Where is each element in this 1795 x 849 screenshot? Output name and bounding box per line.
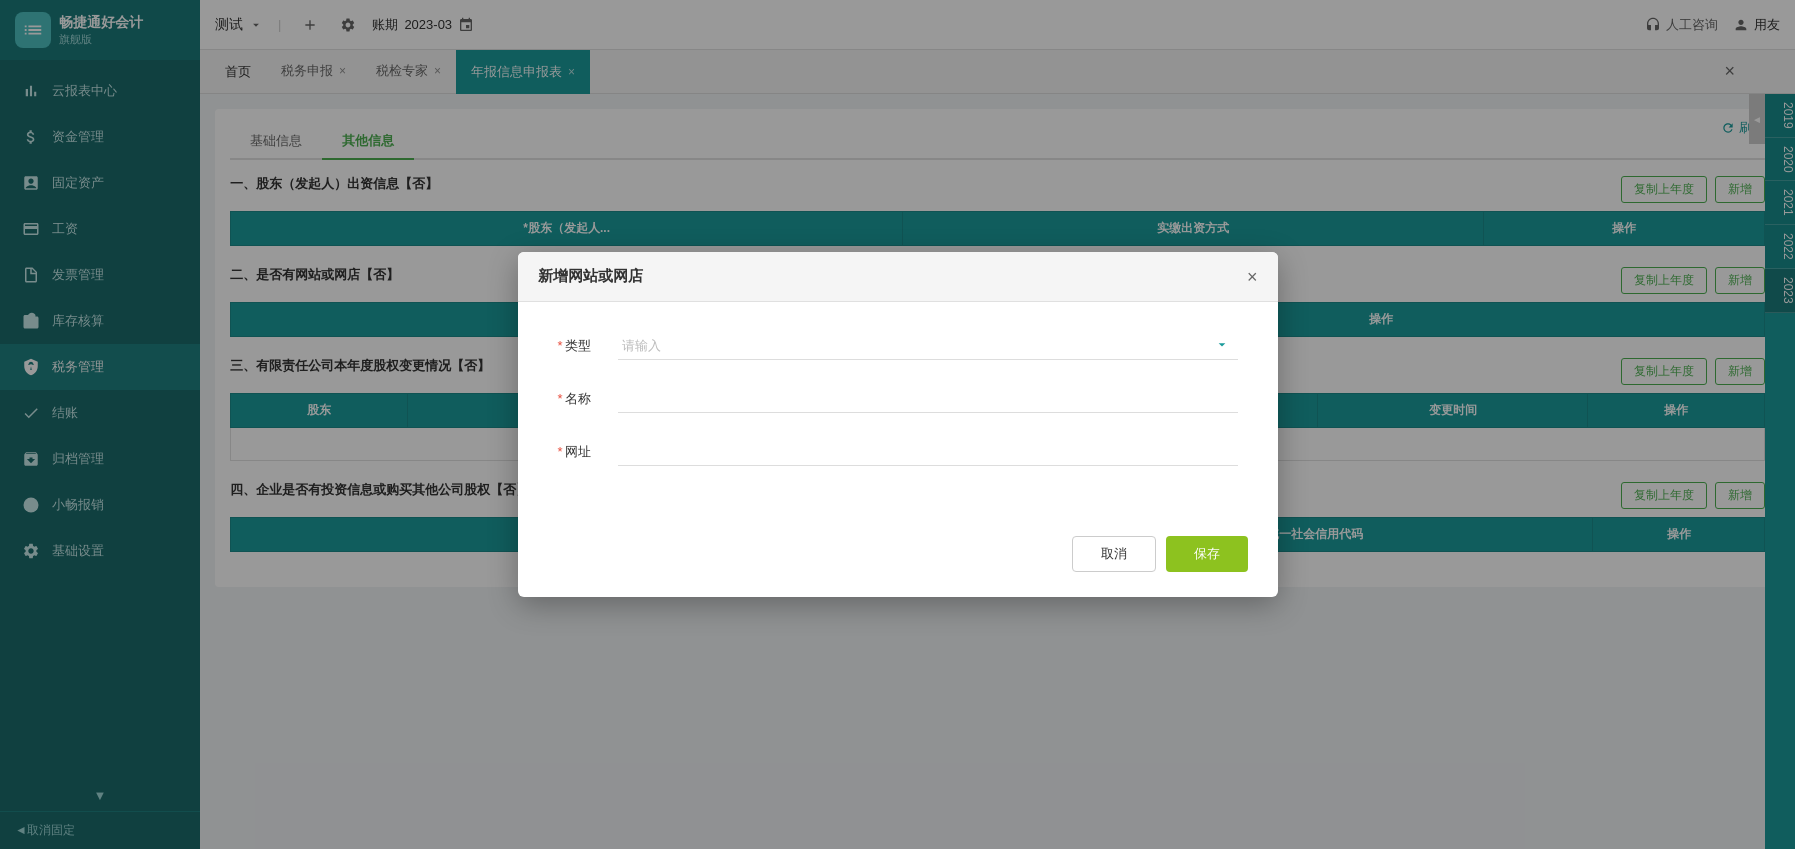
url-input-wrap xyxy=(618,438,1238,466)
type-input-wrap xyxy=(618,332,1238,360)
url-label: *网址 xyxy=(558,443,618,461)
name-input-wrap xyxy=(618,385,1238,413)
modal-add-website: 新增网站或网店 × *类型 *名称 xyxy=(518,252,1278,597)
name-input[interactable] xyxy=(618,385,1238,413)
save-button[interactable]: 保存 xyxy=(1166,536,1248,572)
modal-header: 新增网站或网店 × xyxy=(518,252,1278,302)
modal-title: 新增网站或网店 xyxy=(538,267,643,286)
name-label: *名称 xyxy=(558,390,618,408)
url-input[interactable] xyxy=(618,438,1238,466)
modal-footer: 取消 保存 xyxy=(518,521,1278,597)
cancel-button[interactable]: 取消 xyxy=(1072,536,1156,572)
modal-close-btn[interactable]: × xyxy=(1247,268,1258,286)
type-label: *类型 xyxy=(558,337,618,355)
form-field-url: *网址 xyxy=(558,438,1238,466)
form-field-type: *类型 xyxy=(558,332,1238,360)
form-field-name: *名称 xyxy=(558,385,1238,413)
type-input[interactable] xyxy=(618,332,1238,360)
modal-body: *类型 *名称 xyxy=(518,302,1278,521)
modal-overlay: 新增网站或网店 × *类型 *名称 xyxy=(0,0,1795,849)
